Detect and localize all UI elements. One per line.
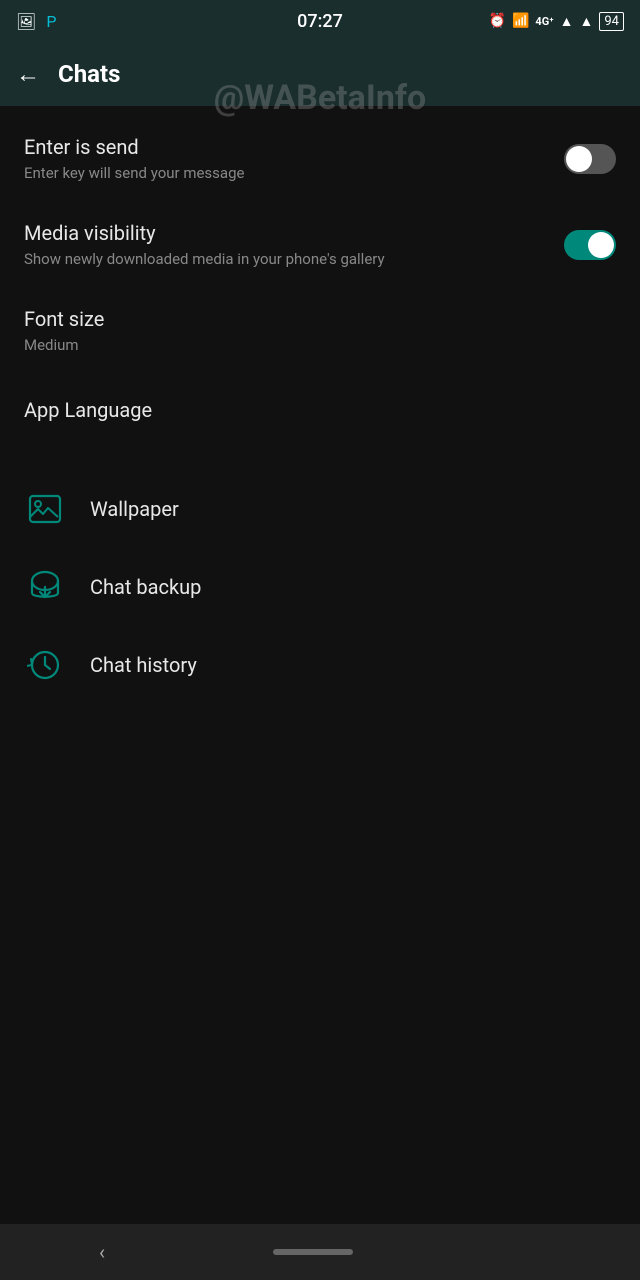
setting-wallpaper[interactable]: Wallpaper <box>0 470 640 548</box>
status-left-icons: 🖼 P <box>16 12 56 31</box>
setting-chat-history[interactable]: Chat history <box>0 626 640 704</box>
nav-home-pill[interactable] <box>273 1249 353 1255</box>
setting-enter-is-send-title: Enter is send <box>24 134 564 160</box>
setting-font-size[interactable]: Font size Medium <box>0 288 640 374</box>
setting-media-visibility[interactable]: Media visibility Show newly downloaded m… <box>0 202 640 288</box>
enter-is-send-toggle-knob <box>566 146 592 172</box>
signal-icon: ▲ <box>560 13 574 30</box>
chat-history-label: Chat history <box>90 653 197 677</box>
history-icon <box>24 644 66 686</box>
setting-media-visibility-title: Media visibility <box>24 220 564 246</box>
setting-app-language-text: App Language <box>24 397 616 423</box>
wallpaper-icon <box>24 488 66 530</box>
setting-font-size-value: Medium <box>24 335 616 356</box>
setting-media-visibility-text: Media visibility Show newly downloaded m… <box>24 220 564 270</box>
setting-enter-is-send-text: Enter is send Enter key will send your m… <box>24 134 564 184</box>
setting-chat-backup[interactable]: Chat backup <box>0 548 640 626</box>
signal2-icon: ▲ <box>580 13 594 30</box>
alarm-icon: ⏰ <box>489 13 506 29</box>
nav-bar: ‹ <box>0 1224 640 1280</box>
setting-font-size-title: Font size <box>24 306 616 332</box>
chat-backup-label: Chat backup <box>90 575 201 599</box>
backup-icon <box>24 566 66 608</box>
status-bar: 🖼 P 07:27 ⏰ 📶 4G⁺ ▲ ▲ 94 <box>0 0 640 42</box>
p-icon: P <box>46 12 56 31</box>
setting-font-size-text: Font size Medium <box>24 306 616 356</box>
media-visibility-toggle[interactable] <box>564 230 616 260</box>
content-area: Enter is send Enter key will send your m… <box>0 106 640 1224</box>
section-divider <box>0 446 640 470</box>
back-button[interactable]: ← <box>16 60 40 89</box>
media-visibility-toggle-knob <box>588 232 614 258</box>
gallery-icon: 🖼 <box>16 12 36 31</box>
network-type-icon: 4G⁺ <box>535 15 553 28</box>
nav-back-button[interactable]: ‹ <box>69 1230 135 1274</box>
setting-enter-is-send[interactable]: Enter is send Enter key will send your m… <box>0 116 640 202</box>
setting-enter-is-send-subtitle: Enter key will send your message <box>24 163 564 184</box>
battery-icon: 94 <box>599 12 624 31</box>
hotspot-icon: 📶 <box>512 13 529 29</box>
enter-is-send-toggle[interactable] <box>564 144 616 174</box>
status-right-icons: ⏰ 📶 4G⁺ ▲ ▲ 94 <box>489 12 624 31</box>
toolbar: ← Chats <box>0 42 640 106</box>
setting-app-language[interactable]: App Language <box>0 374 640 446</box>
wallpaper-label: Wallpaper <box>90 497 179 521</box>
page-title: Chats <box>58 60 120 88</box>
setting-app-language-title: App Language <box>24 397 616 423</box>
setting-media-visibility-subtitle: Show newly downloaded media in your phon… <box>24 249 564 270</box>
status-time: 07:27 <box>297 11 343 32</box>
